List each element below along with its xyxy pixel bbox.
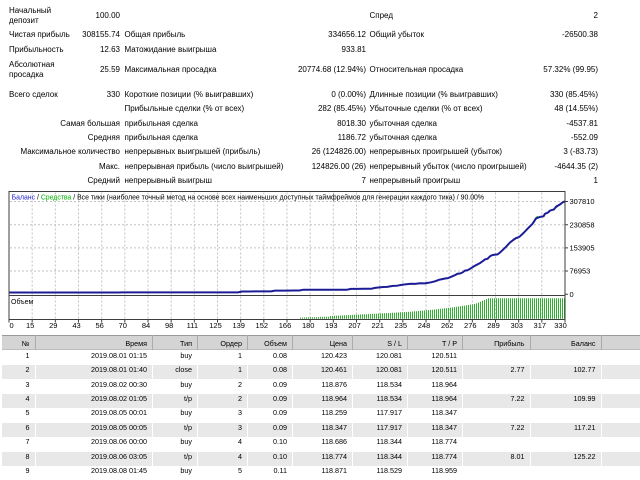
svg-text:84: 84 xyxy=(142,321,150,330)
svg-text:Баланс / Средства / Все тики (: Баланс / Средства / Все тики (наиболее т… xyxy=(12,193,484,201)
svg-text:207: 207 xyxy=(348,321,361,330)
svg-text:15: 15 xyxy=(26,321,34,330)
svg-text:317: 317 xyxy=(534,321,547,330)
svg-text:139: 139 xyxy=(232,321,245,330)
svg-text:307810: 307810 xyxy=(570,197,595,206)
svg-text:193: 193 xyxy=(325,321,338,330)
svg-text:235: 235 xyxy=(395,321,408,330)
svg-text:153905: 153905 xyxy=(570,244,595,253)
svg-text:262: 262 xyxy=(441,321,454,330)
svg-text:289: 289 xyxy=(487,321,500,330)
svg-text:0: 0 xyxy=(570,290,574,299)
svg-text:43: 43 xyxy=(72,321,80,330)
svg-text:0: 0 xyxy=(10,321,14,330)
svg-text:70: 70 xyxy=(119,321,127,330)
svg-text:221: 221 xyxy=(371,321,384,330)
svg-text:230858: 230858 xyxy=(570,220,595,229)
svg-text:Объем: Объем xyxy=(11,298,33,306)
svg-text:180: 180 xyxy=(302,321,315,330)
svg-text:276: 276 xyxy=(464,321,477,330)
svg-text:76953: 76953 xyxy=(570,267,591,276)
svg-text:248: 248 xyxy=(418,321,431,330)
svg-text:152: 152 xyxy=(256,321,269,330)
svg-text:111: 111 xyxy=(187,321,198,330)
svg-text:166: 166 xyxy=(279,321,292,330)
svg-text:98: 98 xyxy=(165,321,173,330)
svg-text:330: 330 xyxy=(554,321,567,330)
svg-text:125: 125 xyxy=(209,321,222,330)
svg-text:56: 56 xyxy=(96,321,104,330)
svg-text:29: 29 xyxy=(49,321,57,330)
svg-text:303: 303 xyxy=(510,321,523,330)
